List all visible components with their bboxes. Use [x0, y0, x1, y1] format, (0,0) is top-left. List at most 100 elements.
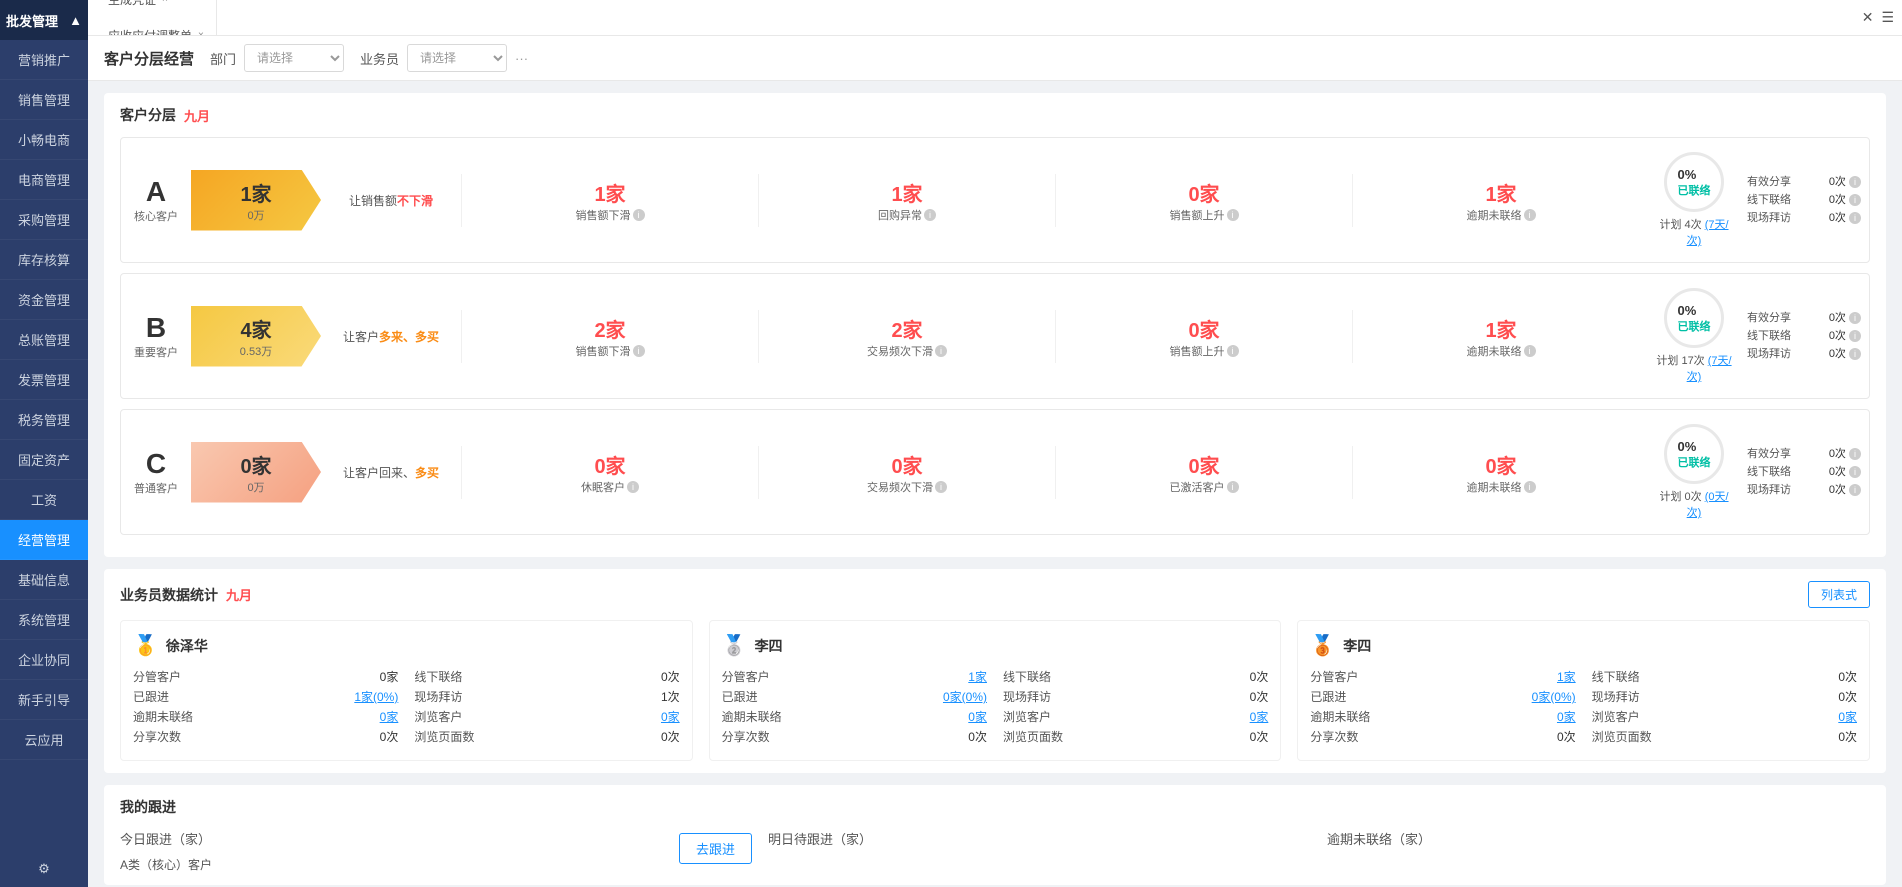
info-icon[interactable]: i [1524, 209, 1536, 221]
stat-block[interactable]: 0家交易频次下滑 i [758, 446, 1055, 499]
stat-block[interactable]: 0家逾期未联络 i [1352, 446, 1649, 499]
goto-followup-button[interactable]: 去跟进 [679, 833, 752, 864]
stat-block[interactable]: 1家回购异常 i [758, 174, 1055, 227]
staff-stat-row: 分管客户1家 [722, 668, 987, 685]
stat-block[interactable]: 0家销售额上升 i [1055, 310, 1352, 363]
info-icon[interactable]: i [935, 345, 947, 357]
info-icon[interactable]: i [1524, 345, 1536, 357]
side-stat-row: 线下联络 0次 i [1747, 327, 1861, 343]
sidebar-item-电商管理[interactable]: 电商管理 [0, 160, 88, 200]
sidebar-item-库存核算[interactable]: 库存核算 [0, 240, 88, 280]
tab-menu-icon[interactable]: ☰ [1881, 9, 1894, 26]
sidebar-item-小畅电商[interactable]: 小畅电商 [0, 120, 88, 160]
side-stat-row: 有效分享 0次 i [1747, 445, 1861, 461]
info-icon[interactable]: i [1849, 330, 1861, 342]
follow-section: 我的跟进 今日跟进（家） A类（核心）客户 去跟进 明日待跟进（家） 逾期未联络… [104, 785, 1886, 885]
customer-month-badge: 九月 [184, 106, 210, 125]
staff-stat-value[interactable]: 0家 [380, 708, 399, 725]
staff-stat-value: 0次 [968, 728, 987, 745]
staff-stat-value[interactable]: 0家(0%) [943, 688, 987, 705]
staff-stat-value[interactable]: 1家 [1557, 668, 1576, 685]
info-icon[interactable]: i [1227, 481, 1239, 493]
sidebar-item-云应用[interactable]: 云应用 [0, 720, 88, 760]
stat-block[interactable]: 2家销售额下滑 i [461, 310, 758, 363]
info-icon[interactable]: i [1849, 176, 1861, 188]
staff-stat-row: 逾期未联络0家 [722, 708, 987, 725]
staff-stat-row: 分享次数0次 [1310, 728, 1575, 745]
info-icon[interactable]: i [935, 481, 947, 493]
biz-section: 业务员数据统计 九月 列表式 🥇 徐泽华 分管客户0家已跟进1家(0%)逾期未联… [104, 569, 1886, 773]
info-icon[interactable]: i [633, 209, 645, 221]
staff-stat-value[interactable]: 1家 [968, 668, 987, 685]
staff-select[interactable]: 请选择 [407, 44, 507, 72]
plan-link[interactable]: (7天/次) [1687, 219, 1729, 247]
list-view-button[interactable]: 列表式 [1808, 581, 1870, 608]
settings-button[interactable]: ⚙ [0, 851, 88, 887]
sidebar-item-固定资产[interactable]: 固定资产 [0, 440, 88, 480]
sidebar-item-总账管理[interactable]: 总账管理 [0, 320, 88, 360]
tab-生成凭证[interactable]: 生成凭证× [96, 0, 217, 18]
staff-header: 🥉 李四 [1310, 633, 1857, 658]
info-icon[interactable]: i [1524, 481, 1536, 493]
info-icon[interactable]: i [1227, 345, 1239, 357]
staff-stat-value[interactable]: 0家(0%) [1532, 688, 1576, 705]
plan-link[interactable]: (7天/次) [1687, 355, 1732, 383]
info-icon[interactable]: i [1849, 312, 1861, 324]
staff-stat-row: 浏览页面数0次 [414, 728, 679, 745]
stat-block[interactable]: 1家逾期未联络 i [1352, 310, 1649, 363]
staff-stat-value[interactable]: 0家 [1838, 708, 1857, 725]
staff-stat-value: 0次 [661, 668, 680, 685]
sidebar-item-营销推广[interactable]: 营销推广 [0, 40, 88, 80]
dept-select[interactable]: 请选择 [244, 44, 344, 72]
info-icon[interactable]: i [627, 481, 639, 493]
tab-close-all-icon[interactable]: ✕ [1862, 9, 1874, 26]
staff-stat-value[interactable]: 0家 [1250, 708, 1269, 725]
info-icon[interactable]: i [1849, 466, 1861, 478]
sidebar-item-税务管理[interactable]: 税务管理 [0, 400, 88, 440]
sidebar-item-经营管理[interactable]: 经营管理 [0, 520, 88, 560]
filter-more-icon[interactable]: ··· [515, 51, 528, 66]
tab-应收应付调整单[interactable]: 应收应付调整单× [96, 18, 217, 37]
stat-block[interactable]: 0家销售额上升 i [1055, 174, 1352, 227]
staff-stat-value[interactable]: 1家(0%) [354, 688, 398, 705]
sidebar-item-资金管理[interactable]: 资金管理 [0, 280, 88, 320]
dept-filter: 部门 请选择 [210, 44, 344, 72]
sidebar-item-新手引导[interactable]: 新手引导 [0, 680, 88, 720]
info-icon[interactable]: i [1849, 212, 1861, 224]
sidebar-item-基础信息[interactable]: 基础信息 [0, 560, 88, 600]
main-area: 首页门店商品目录×销货单×店铺管理×生成凭证×应收应付调整单×工资表×工资统计报… [88, 0, 1902, 887]
sidebar-item-发票管理[interactable]: 发票管理 [0, 360, 88, 400]
sidebar: 批发管理 ▲ 营销推广销售管理小畅电商电商管理采购管理库存核算资金管理总账管理发… [0, 0, 88, 887]
sidebar-item-采购管理[interactable]: 采购管理 [0, 200, 88, 240]
info-icon[interactable]: i [633, 345, 645, 357]
tier-count-C: 0家0万 [191, 442, 321, 503]
side-stat-row: 线下联络 0次 i [1747, 463, 1861, 479]
tier-suggestion-C: 让客户回来、多买 [321, 464, 461, 481]
stat-block[interactable]: 0家休眠客户 i [461, 446, 758, 499]
staff-stats-left: 分管客户1家已跟进0家(0%)逾期未联络0家分享次数0次 [1310, 668, 1575, 748]
info-icon[interactable]: i [1849, 194, 1861, 206]
info-icon[interactable]: i [1849, 348, 1861, 360]
sidebar-collapse-icon[interactable]: ▲ [69, 13, 82, 28]
sidebar-item-工资[interactable]: 工资 [0, 480, 88, 520]
plan-link[interactable]: (0天/次) [1687, 491, 1729, 519]
sidebar-item-系统管理[interactable]: 系统管理 [0, 600, 88, 640]
stat-block[interactable]: 1家逾期未联络 i [1352, 174, 1649, 227]
tier-stats-B: 2家销售额下滑 i2家交易频次下滑 i0家销售额上升 i1家逾期未联络 i [461, 310, 1649, 363]
info-icon[interactable]: i [1227, 209, 1239, 221]
staff-stat-value: 0家 [380, 668, 399, 685]
info-icon[interactable]: i [1849, 448, 1861, 460]
stat-block[interactable]: 1家销售额下滑 i [461, 174, 758, 227]
staff-stat-value[interactable]: 0家 [661, 708, 680, 725]
sidebar-item-企业协同[interactable]: 企业协同 [0, 640, 88, 680]
sidebar-item-销售管理[interactable]: 销售管理 [0, 80, 88, 120]
stat-block[interactable]: 0家已激活客户 i [1055, 446, 1352, 499]
info-icon[interactable]: i [1849, 484, 1861, 496]
tier-stats-A: 1家销售额下滑 i1家回购异常 i0家销售额上升 i1家逾期未联络 i [461, 174, 1649, 227]
stat-block[interactable]: 2家交易频次下滑 i [758, 310, 1055, 363]
info-icon[interactable]: i [924, 209, 936, 221]
staff-stat-value[interactable]: 0家 [968, 708, 987, 725]
tab-close-生成凭证[interactable]: × [162, 0, 168, 5]
tier-circle-B: 0% 已联络 计划 17次 (7天/次) [1649, 284, 1739, 388]
staff-stat-value[interactable]: 0家 [1557, 708, 1576, 725]
